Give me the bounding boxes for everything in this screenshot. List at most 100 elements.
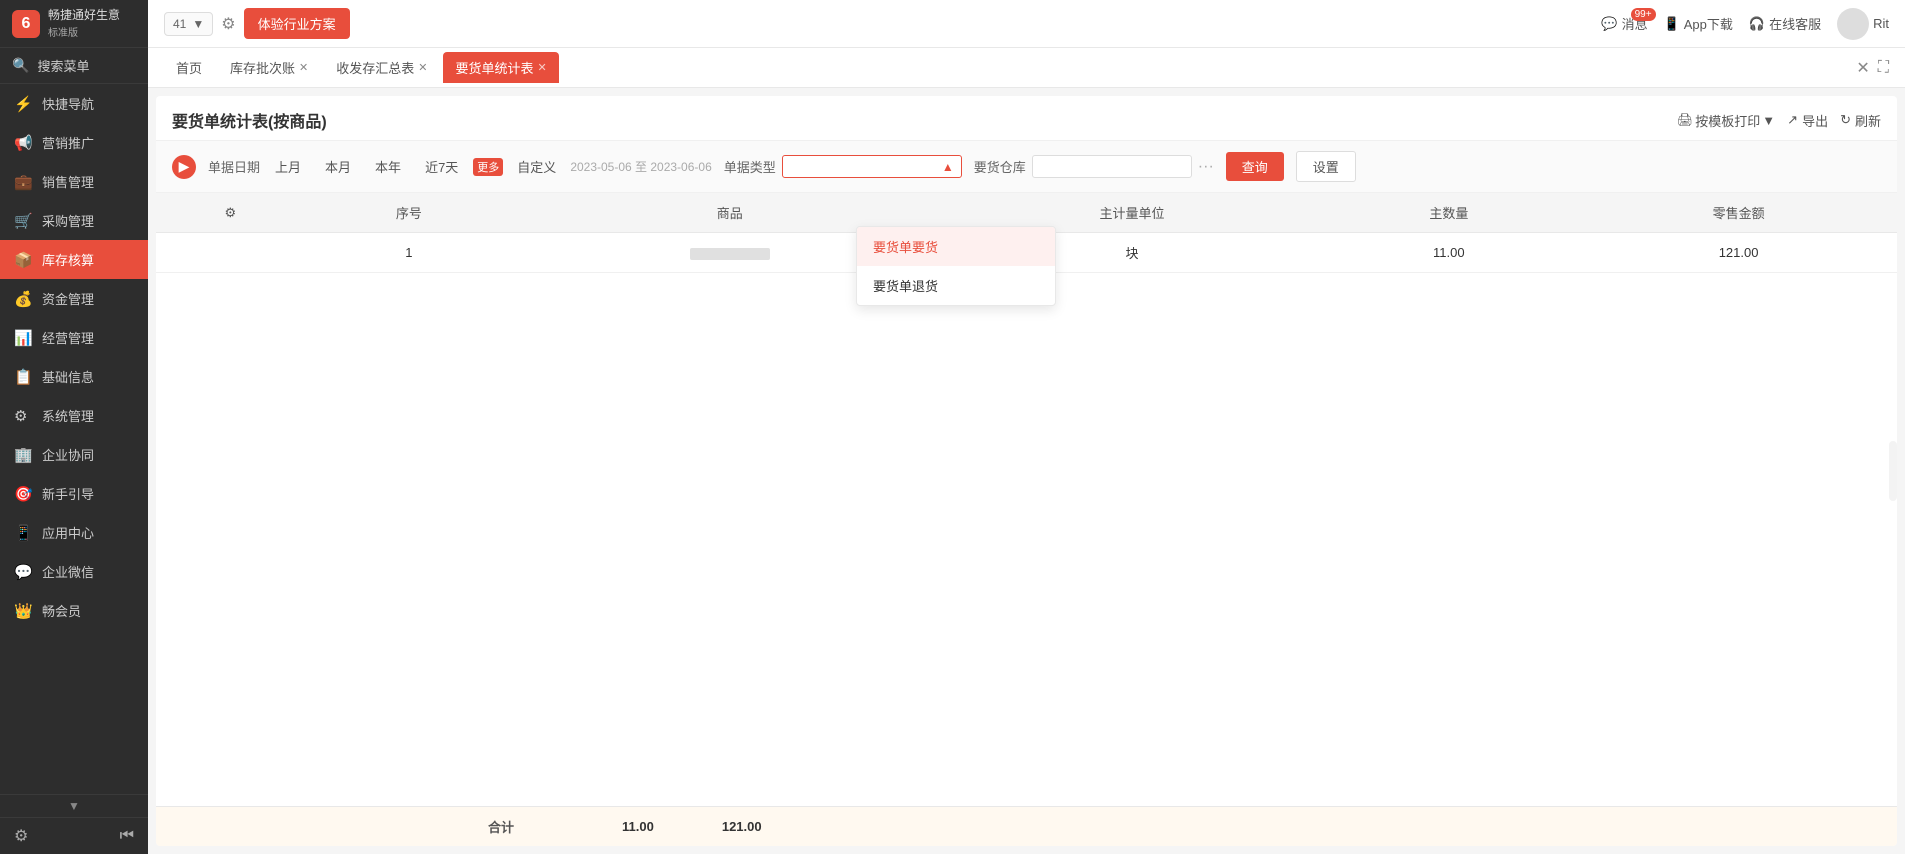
type-filter-input[interactable] [782,155,962,178]
online-service-icon: 🎧 [1749,16,1765,32]
main-area: 41 ▼ ⚙ 体验行业方案 💬 消息 99+ 📱 App下载 🎧 在线客服 [148,0,1905,854]
col-settings-icon[interactable]: ⚙ [224,205,236,220]
type-filter-label: 单据类型 [724,157,776,176]
sidebar: 6 畅捷通好生意 标准版 🔍 搜索菜单 ⚡ 快捷导航 📢 营销推广 💼 销售管理… [0,0,148,854]
filter-toggle-btn[interactable]: ▶ [172,155,196,179]
col-quantity: 主数量 [1318,193,1581,233]
sidebar-label-guide: 新手引导 [42,484,94,503]
app-logo-icon: 6 [12,10,40,38]
sidebar-item-basic[interactable]: 📋 基础信息 [0,357,148,396]
messages-badge: 99+ [1631,8,1656,21]
date-this-year-btn[interactable]: 本年 [366,153,410,180]
page-actions: 🖨 按模板打印 ▼ ↗ 导出 ↻ 刷新 [1677,111,1881,130]
date-custom-btn[interactable]: 自定义 [509,154,564,179]
sidebar-icon-member: 👑 [14,602,34,620]
sidebar-icon-purchase: 🛒 [14,212,34,230]
tabs-right-controls: ✕ ⛶ [1856,58,1889,78]
sidebar-scroll-down[interactable]: ▼ [0,794,148,817]
sidebar-logo: 6 畅捷通好生意 标准版 [0,0,148,48]
sidebar-label-sales: 销售管理 [42,172,94,191]
table-footer: 合计 11.00 121.00 [156,806,1897,846]
print-dropdown-icon: ▼ [1762,113,1775,128]
user-avatar[interactable]: Rit [1837,8,1889,40]
export-icon: ↗ [1787,112,1798,128]
tab-order-summary[interactable]: 要货单统计表 ✕ [443,52,558,83]
sidebar-item-app-center[interactable]: 📱 应用中心 [0,513,148,552]
sidebar-bottom: ⚙ ⏮ [0,817,148,854]
messages-action[interactable]: 💬 消息 99+ [1601,14,1647,33]
store-selector[interactable]: 41 ▼ [164,12,213,36]
sidebar-item-finance[interactable]: 💰 资金管理 [0,279,148,318]
sidebar-label-purchase: 采购管理 [42,211,94,230]
tab-close-batch[interactable]: ✕ [299,61,308,74]
query-button[interactable]: 查询 [1226,152,1284,181]
warehouse-more-icon[interactable]: ··· [1198,158,1214,176]
sidebar-item-enterprise[interactable]: 🏢 企业协同 [0,435,148,474]
dropdown-item-order-return[interactable]: 要货单退货 [857,266,1055,305]
header-settings-icon[interactable]: ⚙ [221,14,235,34]
search-icon: 🔍 [12,57,29,74]
sidebar-label-enterprise: 企业协同 [42,445,94,464]
sidebar-icon-basic: 📋 [14,368,34,386]
sidebar-item-sales[interactable]: 💼 销售管理 [0,162,148,201]
scroll-down-icon[interactable]: ▼ [68,799,80,813]
right-scroll-hint [1889,441,1897,501]
sidebar-item-quick-nav[interactable]: ⚡ 快捷导航 [0,84,148,123]
messages-icon: 💬 [1601,16,1617,32]
search-menu-item[interactable]: 🔍 搜索菜单 [0,48,148,84]
refresh-button[interactable]: ↻ 刷新 [1840,111,1881,130]
online-service-action[interactable]: 🎧 在线客服 [1749,14,1821,33]
sidebar-icon-system: ⚙ [14,407,34,425]
date-last-month-btn[interactable]: 上月 [266,153,310,180]
tab-home[interactable]: 首页 [164,52,214,83]
content-area: 要货单统计表(按商品) 🖨 按模板打印 ▼ ↗ 导出 ↻ 刷新 ▶ [156,96,1897,846]
tab-close-all-icon[interactable]: ✕ [1856,58,1869,78]
print-button[interactable]: 🖨 按模板打印 ▼ [1677,111,1775,130]
row-quantity: 11.00 [1318,233,1581,273]
tab-label-home: 首页 [176,58,202,77]
tab-close-order-summary[interactable]: ✕ [538,61,547,74]
tab-close-receipt-summary[interactable]: ✕ [418,61,427,74]
sidebar-item-operations[interactable]: 📊 经营管理 [0,318,148,357]
tab-label-receipt-summary: 收发存汇总表 [336,58,414,77]
row-settings [156,233,305,273]
sidebar-collapse-icon[interactable]: ⏮ [120,827,134,845]
sidebar-label-system: 系统管理 [42,406,94,425]
date-filter-label: 单据日期 [208,157,260,176]
sidebar-label-basic: 基础信息 [42,367,94,386]
type-filter-arrow-icon[interactable]: ▲ [942,160,954,174]
sidebar-item-purchase[interactable]: 🛒 采购管理 [0,201,148,240]
avatar-image [1837,8,1869,40]
sidebar-item-system[interactable]: ⚙ 系统管理 [0,396,148,435]
footer-quantity: 11.00 [622,819,654,834]
sidebar-item-inventory[interactable]: 📦 库存核算 [0,240,148,279]
sidebar-item-marketing[interactable]: 📢 营销推广 [0,123,148,162]
sidebar-item-member[interactable]: 👑 畅会员 [0,591,148,630]
tab-batch[interactable]: 库存批次账 ✕ [218,52,320,83]
date-more-tag[interactable]: 更多 [473,158,503,176]
export-button[interactable]: ↗ 导出 [1787,111,1828,130]
sidebar-icon-quick-nav: ⚡ [14,95,34,113]
warehouse-filter-input[interactable] [1032,155,1192,178]
print-icon: 🖨 [1677,112,1694,128]
tab-maximize-icon[interactable]: ⛶ [1878,59,1889,77]
settings-button[interactable]: 设置 [1296,151,1356,182]
page-title: 要货单统计表(按商品) [172,108,327,132]
app-version: 标准版 [48,24,120,39]
sidebar-menu: ⚡ 快捷导航 📢 营销推广 💼 销售管理 🛒 采购管理 📦 库存核算 💰 资金管… [0,84,148,794]
trial-button[interactable]: 体验行业方案 [244,8,350,39]
sidebar-settings-icon[interactable]: ⚙ [14,826,28,846]
sidebar-item-guide[interactable]: 🎯 新手引导 [0,474,148,513]
dropdown-item-order-goods[interactable]: 要货单要货 [857,227,1055,266]
date-last-7days-btn[interactable]: 近7天 [416,153,467,180]
type-dropdown-menu: 要货单要货 要货单退货 [856,226,1056,306]
app-download-action[interactable]: 📱 App下载 [1664,14,1733,33]
sidebar-item-wechat[interactable]: 💬 企业微信 [0,552,148,591]
sidebar-icon-enterprise: 🏢 [14,446,34,464]
sidebar-icon-inventory: 📦 [14,251,34,269]
date-this-month-btn[interactable]: 本月 [316,153,360,180]
tab-receipt-summary[interactable]: 收发存汇总表 ✕ [324,52,439,83]
col-amount: 零售金额 [1580,193,1897,233]
sidebar-icon-finance: 💰 [14,290,34,308]
app-download-icon: 📱 [1664,16,1680,32]
